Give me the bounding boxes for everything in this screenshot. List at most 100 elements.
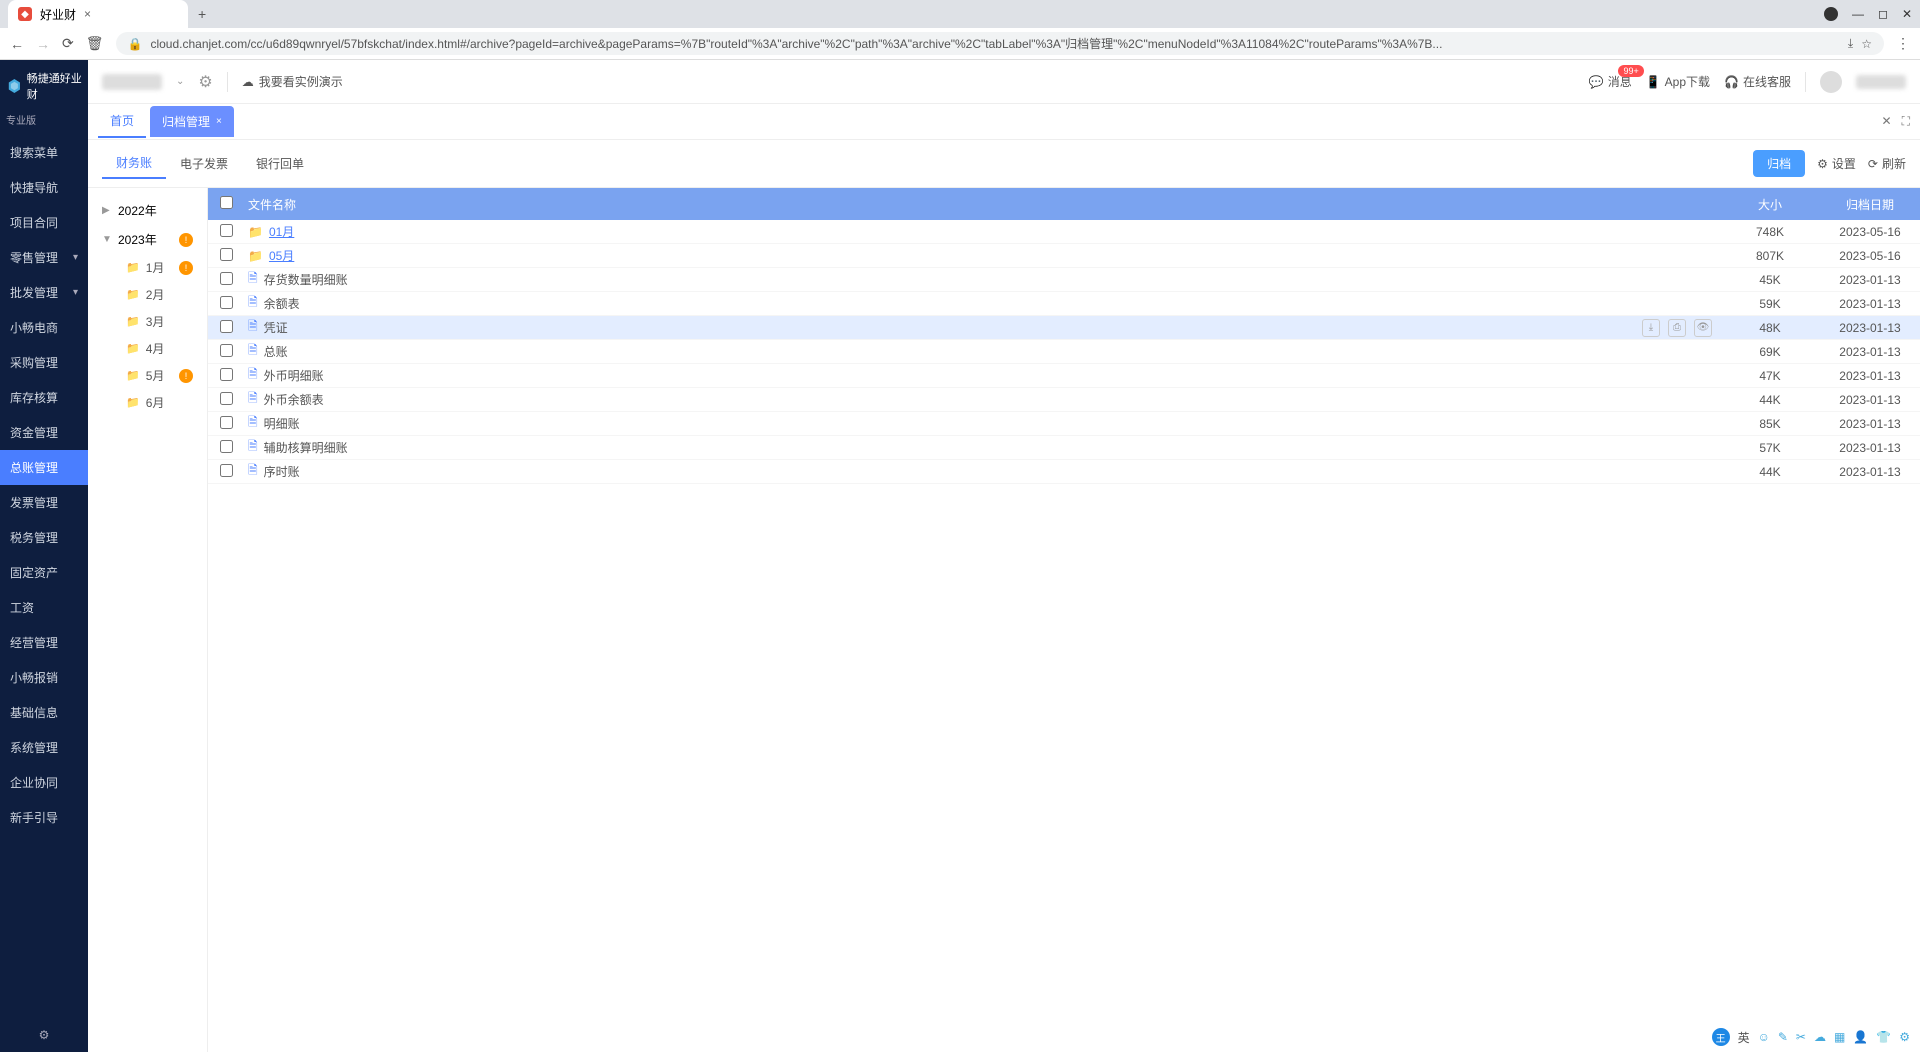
table-row[interactable]: 🗎总账69K2023-01-13 [208, 340, 1920, 364]
sidebar-item[interactable]: 税务管理 [0, 520, 88, 555]
tray-icon-5[interactable]: ▦ [1834, 1030, 1845, 1044]
tree-year-2022[interactable]: ▶ 2022年 [92, 196, 203, 225]
archive-button[interactable]: 归档 [1753, 150, 1805, 177]
reload-icon[interactable]: ⟳ [62, 35, 74, 52]
table-row[interactable]: 🗎存货数量明细账45K2023-01-13 [208, 268, 1920, 292]
sidebar-item[interactable]: 企业协同 [0, 765, 88, 800]
sub-tab-finance[interactable]: 财务账 [102, 148, 166, 179]
ime-lang[interactable]: 英 [1738, 1029, 1750, 1046]
tray-icon-3[interactable]: ✂ [1796, 1030, 1806, 1044]
support-button[interactable]: 🎧 在线客服 [1724, 73, 1791, 90]
close-all-icon[interactable]: ✕ [1882, 114, 1892, 129]
new-tab-button[interactable]: + [198, 6, 206, 22]
row-name[interactable]: 01月 [269, 223, 294, 240]
table-row[interactable]: 🗎凭证⤓⎙👁48K2023-01-13 [208, 316, 1920, 340]
row-checkbox[interactable] [208, 392, 244, 408]
tree-month[interactable]: 📁3月 [92, 308, 203, 335]
minimize-icon[interactable]: — [1852, 7, 1864, 21]
company-selector[interactable] [102, 74, 162, 90]
tray-icon-8[interactable]: ⚙ [1899, 1030, 1910, 1044]
fullscreen-icon[interactable]: ⛶ [1902, 114, 1910, 129]
table-row[interactable]: 🗎明细账85K2023-01-13 [208, 412, 1920, 436]
tree-month[interactable]: 📁5月! [92, 362, 203, 389]
row-checkbox[interactable] [208, 440, 244, 456]
table-row[interactable]: 🗎辅助核算明细账57K2023-01-13 [208, 436, 1920, 460]
tab-close-icon[interactable]: × [216, 116, 222, 127]
url-bar[interactable]: 🔒 cloud.chanjet.com/cc/u6d89qwnryel/57bf… [116, 32, 1884, 55]
ime-badge[interactable]: 王 [1712, 1028, 1730, 1046]
tab-home[interactable]: 首页 [98, 105, 146, 138]
tab-close-icon[interactable]: × [84, 7, 91, 21]
tree-year-2023[interactable]: ▼ 2023年 ! [92, 225, 203, 254]
table-row[interactable]: 🗎外币明细账47K2023-01-13 [208, 364, 1920, 388]
browser-menu-icon[interactable]: ⋮ [1896, 35, 1910, 52]
sidebar-item[interactable]: 经营管理 [0, 625, 88, 660]
download-button[interactable]: 📱 App下载 [1646, 73, 1710, 90]
browser-tab[interactable]: ◆ 好业财 × [8, 0, 188, 28]
tree-month[interactable]: 📁1月! [92, 254, 203, 281]
print-icon[interactable]: ⎙ [1668, 319, 1686, 337]
sidebar-item[interactable]: 资金管理 [0, 415, 88, 450]
trash-icon[interactable]: 🗑 [86, 35, 104, 52]
sidebar-item[interactable]: 固定资产 [0, 555, 88, 590]
sidebar-item[interactable]: 批发管理▾ [0, 275, 88, 310]
tree-month[interactable]: 📁4月 [92, 335, 203, 362]
download-icon[interactable]: ⤓ [1642, 319, 1660, 337]
row-checkbox[interactable] [208, 368, 244, 384]
back-icon[interactable]: ← [10, 36, 24, 52]
refresh-button[interactable]: ⟳刷新 [1868, 155, 1906, 172]
sidebar-item[interactable]: 采购管理 [0, 345, 88, 380]
tray-icon-7[interactable]: 👕 [1876, 1030, 1891, 1044]
sidebar-item[interactable]: 工资 [0, 590, 88, 625]
row-checkbox[interactable] [208, 344, 244, 360]
tray-icon-2[interactable]: ✎ [1778, 1030, 1788, 1044]
sidebar-item[interactable]: 快捷导航 [0, 170, 88, 205]
tray-icon-1[interactable]: ☺ [1758, 1030, 1770, 1044]
table-row[interactable]: 🗎余额表59K2023-01-13 [208, 292, 1920, 316]
th-checkbox[interactable] [208, 196, 244, 212]
table-row[interactable]: 🗎序时账44K2023-01-13 [208, 460, 1920, 484]
settings-button[interactable]: ⚙设置 [1817, 155, 1856, 172]
sidebar-item[interactable]: 小畅电商 [0, 310, 88, 345]
tree-month[interactable]: 📁6月 [92, 389, 203, 416]
close-window-icon[interactable]: ✕ [1902, 7, 1912, 21]
bookmark-icon[interactable]: ☆ [1861, 37, 1872, 51]
table-row[interactable]: 🗎外币余额表44K2023-01-13 [208, 388, 1920, 412]
demo-link[interactable]: ☁ 我要看实例演示 [242, 73, 343, 90]
sidebar-item[interactable]: 项目合同 [0, 205, 88, 240]
sidebar-item[interactable]: 库存核算 [0, 380, 88, 415]
sidebar-item[interactable]: 发票管理 [0, 485, 88, 520]
row-checkbox[interactable] [208, 248, 244, 264]
maximize-icon[interactable]: ◻ [1878, 7, 1888, 21]
row-checkbox[interactable] [208, 416, 244, 432]
sidebar-item[interactable]: 小畅报销 [0, 660, 88, 695]
sub-tab-invoice[interactable]: 电子发票 [166, 149, 242, 178]
tray-icon-4[interactable]: ☁ [1814, 1030, 1826, 1044]
sidebar-item[interactable]: 搜索菜单 [0, 135, 88, 170]
row-checkbox[interactable] [208, 296, 244, 312]
table-row[interactable]: 📁01月748K2023-05-16 [208, 220, 1920, 244]
sidebar-item[interactable]: 新手引导 [0, 800, 88, 835]
install-icon[interactable]: ⤓ [1848, 36, 1853, 51]
settings-gear-icon[interactable]: ⚙ [0, 1018, 88, 1052]
sub-tab-bank[interactable]: 银行回单 [242, 149, 318, 178]
row-checkbox[interactable] [208, 464, 244, 480]
sidebar-item[interactable]: 系统管理 [0, 730, 88, 765]
incognito-icon[interactable] [1824, 7, 1838, 21]
tree-month[interactable]: 📁2月 [92, 281, 203, 308]
row-checkbox[interactable] [208, 320, 244, 336]
preview-icon[interactable]: 👁 [1694, 319, 1712, 337]
chevron-down-icon[interactable]: ⌄ [176, 76, 184, 87]
row-checkbox[interactable] [208, 272, 244, 288]
forward-icon[interactable]: → [36, 36, 50, 52]
message-button[interactable]: 💬 消息 99+ [1589, 73, 1632, 90]
row-checkbox[interactable] [208, 224, 244, 240]
sidebar-item[interactable]: 基础信息 [0, 695, 88, 730]
row-name[interactable]: 05月 [269, 247, 294, 264]
gear-icon[interactable]: ⚙ [198, 72, 212, 92]
tray-icon-6[interactable]: 👤 [1853, 1030, 1868, 1044]
table-row[interactable]: 📁05月807K2023-05-16 [208, 244, 1920, 268]
sidebar-item[interactable]: 总账管理 [0, 450, 88, 485]
avatar[interactable] [1820, 71, 1842, 93]
tab-archive[interactable]: 归档管理 × [150, 106, 234, 137]
